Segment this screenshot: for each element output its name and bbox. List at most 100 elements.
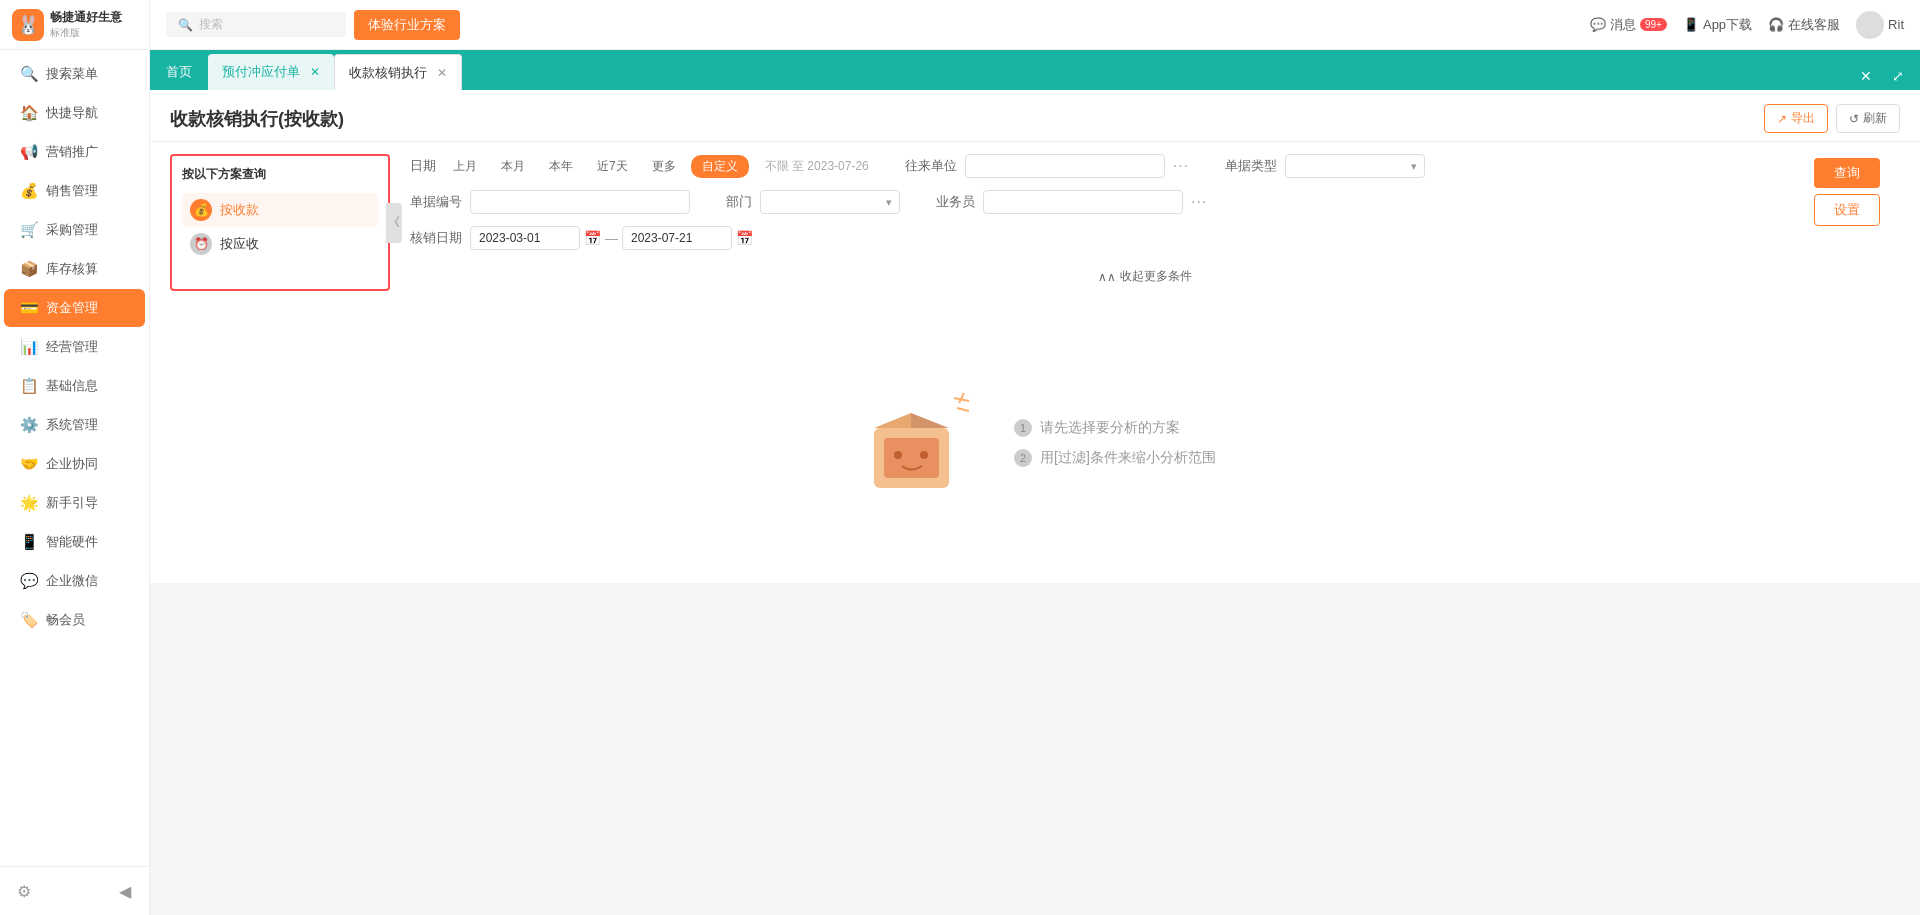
refresh-btn[interactable]: ↺ 刷新 xyxy=(1836,104,1900,133)
doc-type-label: 单据类型 xyxy=(1225,157,1277,175)
collapse-more-label: 收起更多条件 xyxy=(1120,268,1192,285)
sidebar-item-wechat[interactable]: 💬 企业微信 xyxy=(4,562,145,600)
sidebar-item-hardware[interactable]: 📱 智能硬件 xyxy=(4,523,145,561)
filter-row-1: 日期 上月 本月 本年 近7天 更多 自定义 不限 至 2 xyxy=(410,154,1788,178)
tab-prepay[interactable]: 预付冲应付单 ✕ xyxy=(208,54,334,90)
cal-start-icon[interactable]: 📅 xyxy=(584,230,601,246)
staff-more-btn[interactable]: ··· xyxy=(1191,193,1207,211)
sidebar-nav: 🔍 搜索菜单 🏠 快捷导航 📢 营销推广 💰 销售管理 🛒 采购管理 📦 库存核… xyxy=(0,50,149,866)
industry-solution-btn[interactable]: 体验行业方案 xyxy=(354,10,460,40)
svg-line-8 xyxy=(957,408,969,411)
sidebar-item-basic[interactable]: 📋 基础信息 xyxy=(4,367,145,405)
staff-input[interactable] xyxy=(983,190,1183,214)
settings-btn[interactable]: 设置 xyxy=(1814,194,1880,226)
filter-row-2: 单据编号 部门 xyxy=(410,190,1788,214)
date-custom-btn[interactable]: 自定义 xyxy=(691,155,749,178)
sidebar-item-purchase[interactable]: 🛒 采购管理 xyxy=(4,211,145,249)
operations-nav-label: 经营管理 xyxy=(46,338,98,356)
empty-hint-1: 1 请先选择要分析的方案 xyxy=(1014,419,1216,437)
sidebar-item-marketing[interactable]: 📢 营销推广 xyxy=(4,133,145,171)
tab-prepay-close[interactable]: ✕ xyxy=(310,65,320,79)
svg-point-5 xyxy=(920,451,928,459)
dept-select[interactable] xyxy=(760,190,900,214)
tab-receipt-cancel[interactable]: 收款核销执行 ✕ xyxy=(334,54,462,90)
sidebar-item-system[interactable]: ⚙️ 系统管理 xyxy=(4,406,145,444)
date-7days-btn[interactable]: 近7天 xyxy=(588,155,637,178)
empty-hints: 1 请先选择要分析的方案 2 用[过滤]条件来缩小分析范围 xyxy=(1014,419,1216,467)
sidebar-item-operations[interactable]: 📊 经营管理 xyxy=(4,328,145,366)
collapse-more-btn[interactable]: ∧∧ 收起更多条件 xyxy=(410,262,1880,291)
date-this-year-btn[interactable]: 本年 xyxy=(540,155,582,178)
user-profile-btn[interactable]: Rit xyxy=(1856,11,1904,39)
finance-nav-label: 资金管理 xyxy=(46,299,98,317)
counterparty-input[interactable] xyxy=(965,154,1165,178)
sidebar-item-cooperation[interactable]: 🤝 企业协同 xyxy=(4,445,145,483)
collapse-filter-btn[interactable]: 《 xyxy=(386,203,402,243)
sidebar-item-member[interactable]: 🏷️ 畅会员 xyxy=(4,601,145,639)
app-download-btn[interactable]: 📱 App下载 xyxy=(1683,16,1752,34)
finance-nav-icon: 💳 xyxy=(20,299,38,317)
by-receivable-label: 按应收 xyxy=(220,235,259,253)
sidebar-item-finance[interactable]: 💳 资金管理 xyxy=(4,289,145,327)
cancel-date-end-input[interactable] xyxy=(622,226,732,250)
inventory-nav-label: 库存核算 xyxy=(46,260,98,278)
tab-home[interactable]: 首页 xyxy=(150,54,208,90)
marketing-nav-label: 营销推广 xyxy=(46,143,98,161)
expand-tab-btn[interactable]: ⤢ xyxy=(1884,62,1912,90)
hint-num-2: 2 xyxy=(1014,449,1032,467)
sidebar-item-inventory[interactable]: 📦 库存核算 xyxy=(4,250,145,288)
date-more-btn[interactable]: 更多 xyxy=(643,155,685,178)
by-receipt-icon: 💰 xyxy=(190,199,212,221)
sidebar-item-guide[interactable]: 🌟 新手引导 xyxy=(4,484,145,522)
topbar-search-box[interactable]: 🔍 搜索 xyxy=(166,12,346,37)
quick-nav-nav-label: 快捷导航 xyxy=(46,104,98,122)
messages-btn[interactable]: 💬 消息 99+ xyxy=(1590,16,1667,34)
basic-nav-label: 基础信息 xyxy=(46,377,98,395)
svg-line-6 xyxy=(959,393,964,403)
collapse-sidebar-btn[interactable]: ◀ xyxy=(109,875,141,907)
message-badge: 99+ xyxy=(1640,18,1667,31)
online-service-btn[interactable]: 🎧 在线客服 xyxy=(1768,16,1840,34)
filter-actions: 查询 设置 xyxy=(1804,154,1880,226)
search-nav-label: 搜索菜单 xyxy=(46,65,98,83)
export-btn[interactable]: ↗ 导出 xyxy=(1764,104,1828,133)
by-receivable-icon: ⏰ xyxy=(190,233,212,255)
cooperation-nav-label: 企业协同 xyxy=(46,455,98,473)
doc-no-input[interactable] xyxy=(470,190,690,214)
sidebar-item-search[interactable]: 🔍 搜索菜单 xyxy=(4,55,145,93)
search-nav-icon: 🔍 xyxy=(20,65,38,83)
main-content: 🔍 搜索 体验行业方案 💬 消息 99+ 📱 App下载 🎧 在线客服 Rit xyxy=(150,0,1920,915)
date-this-month-btn[interactable]: 本月 xyxy=(492,155,534,178)
counterparty-more-btn[interactable]: ··· xyxy=(1173,157,1189,175)
filter-right-panel: 日期 上月 本月 本年 近7天 更多 自定义 不限 至 2 xyxy=(390,154,1900,291)
query-btn[interactable]: 查询 xyxy=(1814,158,1880,188)
cal-end-icon[interactable]: 📅 xyxy=(736,230,753,246)
settings-footer-btn[interactable]: ⚙ xyxy=(8,875,40,907)
filter-staff-item: 业务员 ··· xyxy=(936,190,1207,214)
filter-doc-no-item: 单据编号 xyxy=(410,190,690,214)
system-nav-label: 系统管理 xyxy=(46,416,98,434)
filter-by-receipt[interactable]: 💰 按收款 xyxy=(182,193,378,227)
cancel-date-group: 📅 — 📅 xyxy=(470,226,753,250)
page-header-actions: ↗ 导出 ↺ 刷新 xyxy=(1764,104,1900,133)
filter-date-item: 日期 上月 本月 本年 近7天 更多 自定义 xyxy=(410,155,749,178)
svg-marker-2 xyxy=(911,413,949,428)
cooperation-nav-icon: 🤝 xyxy=(20,455,38,473)
sidebar: 🐰 畅捷通好生意 标准版 🔍 搜索菜单 🏠 快捷导航 📢 营销推广 💰 销售管理… xyxy=(0,0,150,915)
wechat-nav-icon: 💬 xyxy=(20,572,38,590)
empty-svg xyxy=(854,383,974,503)
wechat-nav-label: 企业微信 xyxy=(46,572,98,590)
guide-nav-icon: 🌟 xyxy=(20,494,38,512)
date-last-month-btn[interactable]: 上月 xyxy=(444,155,486,178)
filter-by-receivable[interactable]: ⏰ 按应收 xyxy=(182,227,378,261)
close-tab-btn[interactable]: ✕ xyxy=(1852,62,1880,90)
date-separator: — xyxy=(605,231,618,246)
sidebar-logo: 🐰 畅捷通好生意 标准版 xyxy=(0,0,149,50)
doc-type-select[interactable] xyxy=(1285,154,1425,178)
sidebar-item-quick-nav[interactable]: 🏠 快捷导航 xyxy=(4,94,145,132)
sidebar-item-sales[interactable]: 💰 销售管理 xyxy=(4,172,145,210)
cancel-date-start-input[interactable] xyxy=(470,226,580,250)
purchase-nav-icon: 🛒 xyxy=(20,221,38,239)
tab-receipt-cancel-close[interactable]: ✕ xyxy=(437,66,447,80)
counterparty-label: 往来单位 xyxy=(905,157,957,175)
